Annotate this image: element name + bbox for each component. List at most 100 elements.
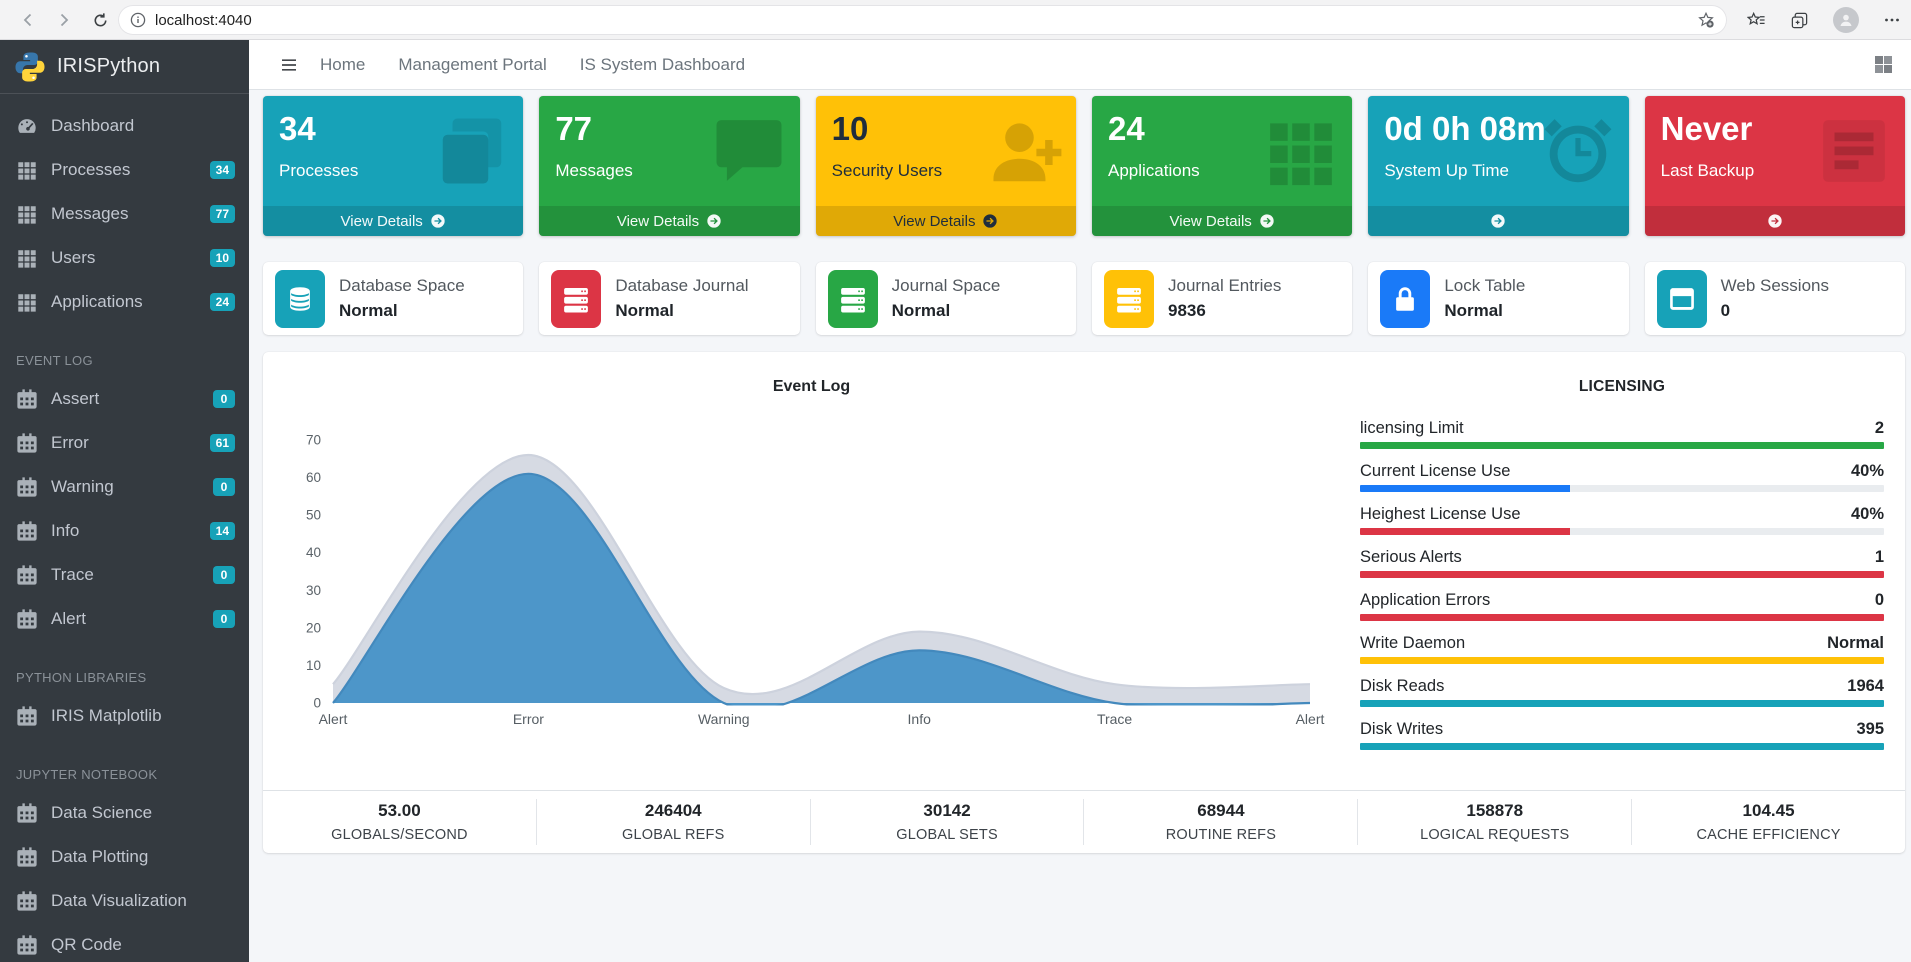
dashboard-panel: Event Log 0 10 20 30 40 50 60 70 Alert Error Warni… xyxy=(263,352,1905,853)
licensing-value: 0 xyxy=(1874,591,1884,609)
progress-bar-track xyxy=(1360,528,1884,535)
browser-menu-icon[interactable] xyxy=(1883,11,1901,29)
perf-stat-label: GLOBAL REFS xyxy=(622,826,725,843)
view-details-link[interactable]: View Details xyxy=(815,206,1076,236)
perf-stat-value: 30142 xyxy=(923,800,971,820)
topnav-home[interactable]: Home xyxy=(320,55,365,75)
stat-card-security-users: 10 Security Users View Details xyxy=(815,96,1076,236)
sidebar-item-trace[interactable]: Trace 0 xyxy=(0,553,249,597)
arrow-circle-icon xyxy=(1259,213,1275,229)
add-favorite-icon[interactable] xyxy=(1697,11,1715,29)
licensing-row-application-errors: Application Errors 0 xyxy=(1360,590,1884,621)
sidebar-item-iris-matplotlib[interactable]: IRIS Matplotlib xyxy=(0,694,249,738)
forward-button[interactable] xyxy=(52,8,76,32)
svg-text:40: 40 xyxy=(306,545,321,560)
info-title: Journal Space xyxy=(891,276,1001,295)
info-cards-row: Database Space Normal Database Journal N… xyxy=(263,262,1905,335)
perf-stat-label: CACHE EFFICIENCY xyxy=(1696,826,1841,843)
info-title: Web Sessions xyxy=(1720,276,1829,295)
url-bar[interactable]: localhost:4040 xyxy=(118,5,1727,35)
sidebar-item-data-science[interactable]: Data Science xyxy=(0,791,249,835)
info-value: 0 xyxy=(1720,301,1731,320)
sidebar-item-info[interactable]: Info 14 xyxy=(0,509,249,553)
calendar-icon xyxy=(16,608,38,630)
sidebar-section-event-log: EVENT LOG xyxy=(16,353,93,368)
view-details-link[interactable]: View Details xyxy=(263,206,524,236)
python-logo-icon xyxy=(13,50,47,84)
hamburger-menu-icon[interactable] xyxy=(279,55,299,75)
back-button[interactable] xyxy=(16,8,40,32)
sidebar-item-applications[interactable]: Applications 24 xyxy=(0,280,249,324)
view-details-link[interactable]: View Details xyxy=(1091,206,1353,236)
sidebar: IRISPython Dashboard Processes 34 Messag… xyxy=(0,40,249,962)
perf-stat-logical-requests: 158878 LOGICAL REQUESTS xyxy=(1357,798,1631,845)
progress-bar-track xyxy=(1360,743,1884,750)
info-card-journal-space: Journal Space Normal xyxy=(815,262,1076,335)
brand[interactable]: IRISPython xyxy=(0,40,249,94)
sidebar-item-processes[interactable]: Processes 34 xyxy=(0,148,249,192)
svg-text:0: 0 xyxy=(313,696,321,711)
topnav-is-system-dashboard[interactable]: IS System Dashboard xyxy=(580,55,745,75)
licensing-label: Disk Reads xyxy=(1360,677,1445,695)
calendar-icon xyxy=(16,388,38,410)
arrow-circle-icon xyxy=(982,213,998,229)
sidebar-item-qr-code[interactable]: QR Code xyxy=(0,923,249,962)
licensing-row-disk-reads: Disk Reads 1964 xyxy=(1360,676,1884,707)
progress-bar-fill xyxy=(1360,657,1884,664)
sidebar-item-label: Messages xyxy=(51,204,129,223)
sidebar-item-label: QR Code xyxy=(51,935,122,954)
topbar: Home Management Portal IS System Dashboa… xyxy=(249,40,1911,90)
licensing-label: Heighest License Use xyxy=(1360,505,1521,523)
progress-bar-track xyxy=(1360,657,1884,664)
count-badge: 61 xyxy=(209,434,235,452)
sidebar-item-alert[interactable]: Alert 0 xyxy=(0,597,249,641)
calendar-icon xyxy=(16,520,38,542)
sidebar-item-dashboard[interactable]: Dashboard xyxy=(0,104,249,148)
sidebar-item-warning[interactable]: Warning 0 xyxy=(0,465,249,509)
sidebar-item-data-plotting[interactable]: Data Plotting xyxy=(0,835,249,879)
sidebar-item-assert[interactable]: Assert 0 xyxy=(0,377,249,421)
stat-card-applications: 24 Applications View Details xyxy=(1091,96,1353,236)
site-info-icon[interactable] xyxy=(130,12,146,28)
topnav-management-portal[interactable]: Management Portal xyxy=(398,55,546,75)
progress-bar-fill xyxy=(1360,485,1570,492)
reload-button[interactable] xyxy=(88,8,112,32)
view-details-link[interactable]: View Details xyxy=(539,206,800,236)
svg-text:Error: Error xyxy=(513,711,544,727)
count-badge: 10 xyxy=(209,249,235,267)
sidebar-item-label: Trace xyxy=(51,565,94,584)
perf-stat-routine-refs: 68944 ROUTINE REFS xyxy=(1083,798,1357,845)
chat-icon xyxy=(710,112,788,190)
count-badge: 34 xyxy=(209,161,235,179)
svg-text:50: 50 xyxy=(306,508,321,523)
calendar-icon xyxy=(16,890,38,912)
progress-bar-track xyxy=(1360,700,1884,707)
user-plus-icon xyxy=(986,112,1064,190)
profile-avatar[interactable] xyxy=(1833,7,1859,33)
svg-text:30: 30 xyxy=(306,583,321,598)
calendar-icon xyxy=(16,846,38,868)
sidebar-item-error[interactable]: Error 61 xyxy=(0,421,249,465)
favorites-bar-icon[interactable] xyxy=(1747,11,1766,30)
view-details-link[interactable] xyxy=(1368,206,1629,236)
view-details-link[interactable] xyxy=(1644,206,1905,236)
calendar-icon xyxy=(16,934,38,956)
sidebar-item-messages[interactable]: Messages 77 xyxy=(0,192,249,236)
gauge-icon xyxy=(16,115,38,137)
sidebar-item-users[interactable]: Users 10 xyxy=(0,236,249,280)
stat-card-last-backup: Never Last Backup xyxy=(1644,96,1905,236)
sidebar-item-label: Data Visualization xyxy=(51,891,187,910)
count-badge: 0 xyxy=(213,610,235,628)
clock-icon xyxy=(1539,112,1617,190)
copy-icon xyxy=(433,112,511,190)
collections-icon[interactable] xyxy=(1790,11,1809,30)
grid-layout-icon[interactable] xyxy=(1874,55,1893,74)
sidebar-item-label: Alert xyxy=(51,609,86,628)
lock-icon xyxy=(1380,269,1431,328)
licensing-row-licensing-limit: licensing Limit 2 xyxy=(1360,418,1884,449)
progress-bar-track xyxy=(1360,442,1884,449)
server-icon xyxy=(827,269,878,328)
sidebar-item-data-visualization[interactable]: Data Visualization xyxy=(0,879,249,923)
count-badge: 14 xyxy=(209,522,235,540)
info-title: Database Journal xyxy=(615,276,749,295)
